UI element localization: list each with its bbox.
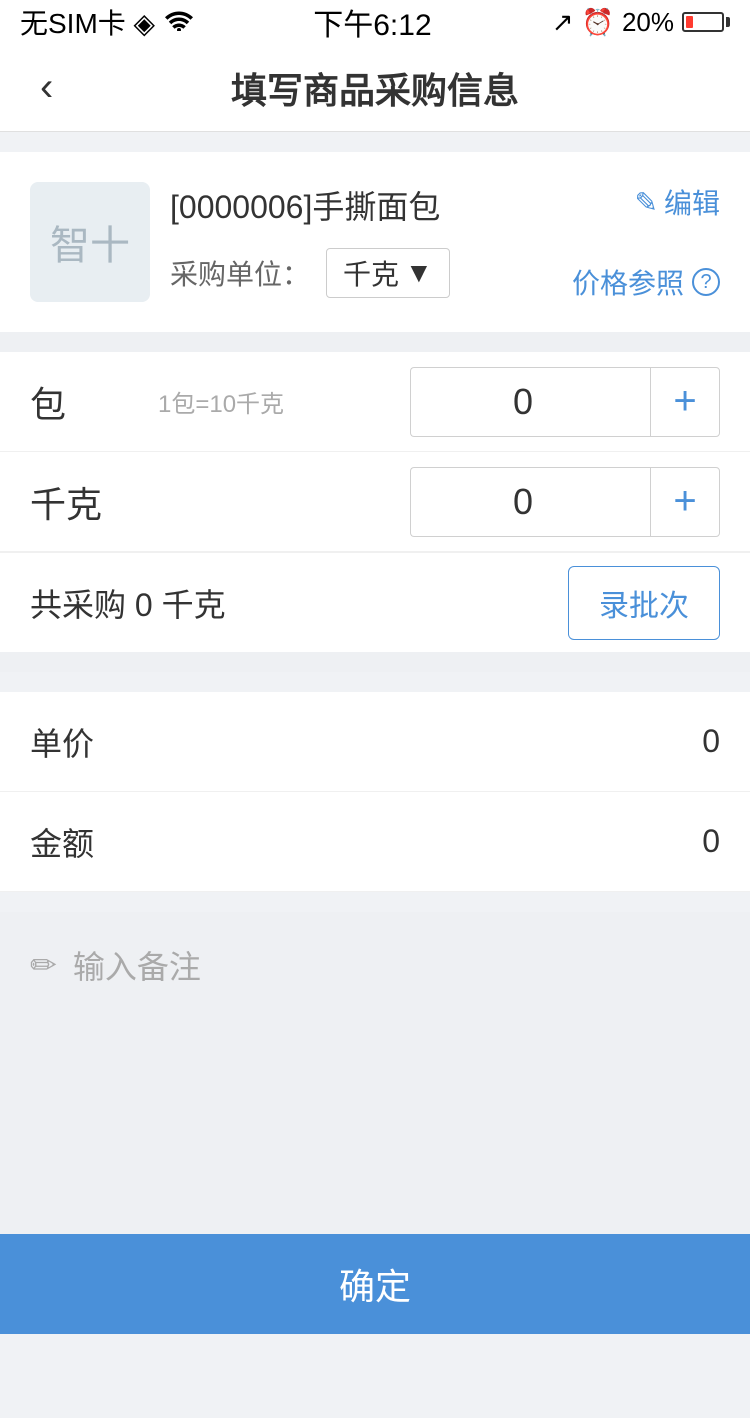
batch-button[interactable]: 录批次 [568,566,720,640]
status-time: 下午6:12 [313,0,431,44]
product-image: 智十 [30,182,150,302]
separator-2 [0,652,750,672]
summary-row: 共采购 0 千克 录批次 [0,552,750,652]
status-bar: 无SIM卡 ◈ 下午6:12 ↗ ⏰ 20% [0,0,750,44]
unit-price-row: 单价 0 [0,692,750,792]
page-title: 填写商品采购信息 [231,62,519,114]
bao-input-wrapper: + [284,367,720,437]
product-logo: 智十 [50,213,130,271]
bao-sublabel: 1包=10千克 [158,384,284,419]
amount-label: 金额 [30,819,94,865]
status-left: 无SIM卡 ◈ [20,2,193,42]
edit-icon: ✎ [635,186,658,219]
sim-status: 无SIM卡 ◈ [20,2,155,42]
unit-price-label: 单价 [30,719,94,765]
kg-row: 千克 + [0,452,750,552]
bao-plus-button[interactable]: + [650,367,720,437]
battery-percentage: 20% [622,7,674,38]
main-content: 智十 [0000006]手撕面包 采购单位： 千克 ▼ ✎ 编辑 价格参照 ? … [0,152,750,1418]
notes-section[interactable]: ✏ 输入备注 [0,912,750,1018]
battery-icon [682,12,730,32]
summary-text: 共采购 0 千克 [30,580,226,626]
wifi-icon [165,6,193,38]
product-card: 智十 [0000006]手撕面包 采购单位： 千克 ▼ ✎ 编辑 价格参照 ? [0,152,750,332]
edit-button[interactable]: ✎ 编辑 [635,182,720,222]
kg-plus-button[interactable]: + [650,467,720,537]
price-ref-button[interactable]: 价格参照 ? [572,262,720,302]
bao-input[interactable] [410,367,650,437]
confirm-button[interactable]: 确定 [0,1234,750,1334]
kg-label: 千克 [30,476,150,528]
separator-1 [0,332,750,352]
unit-price-value: 0 [702,723,720,760]
alarm-icon: ⏰ [582,7,614,38]
input-section: 包 1包=10千克 + 千克 + 共采购 0 千克 录批次 [0,352,750,652]
bao-label: 包 [30,376,150,428]
status-right: ↗ ⏰ 20% [552,7,730,38]
kg-input[interactable] [410,467,650,537]
back-button[interactable]: ‹ [30,55,63,120]
location-icon: ↗ [552,7,574,38]
purchase-unit-label: 采购单位： [170,253,310,293]
pencil-icon: ✏ [30,946,57,984]
amount-value: 0 [702,823,720,860]
edit-label: 编辑 [664,182,720,222]
price-ref-label: 价格参照 [572,262,684,302]
price-section: 单价 0 金额 0 [0,692,750,892]
dropdown-arrow-icon: ▼ [405,257,433,289]
kg-input-wrapper: + [150,467,720,537]
notes-placeholder: 输入备注 [73,942,201,988]
price-ref-info-icon: ? [692,268,720,296]
unit-dropdown[interactable]: 千克 ▼ [326,248,450,298]
nav-bar: ‹ 填写商品采购信息 [0,44,750,132]
amount-row: 金额 0 [0,792,750,892]
bao-row: 包 1包=10千克 + [0,352,750,452]
unit-value: 千克 [343,253,399,293]
